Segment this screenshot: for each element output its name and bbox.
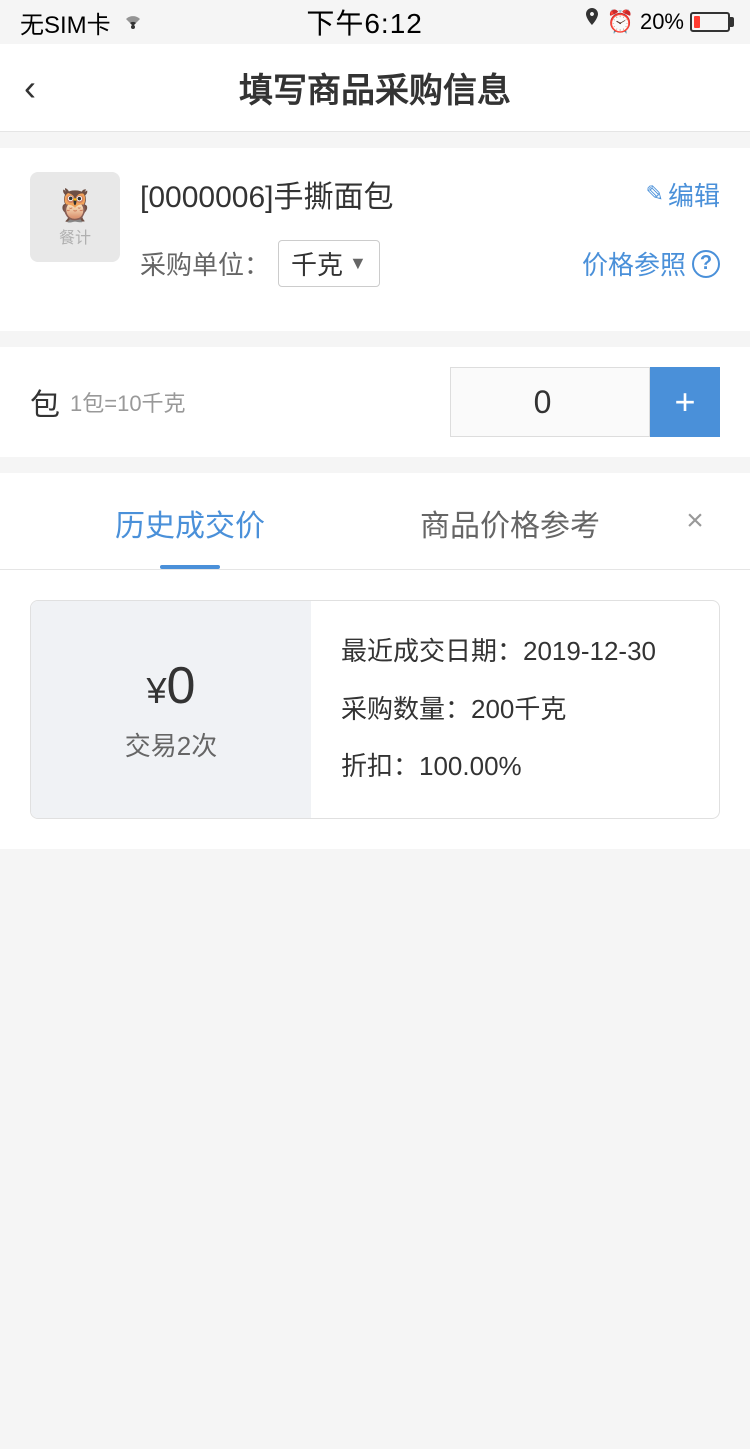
- product-header: 🦉 餐计 [0000006]手撕面包 ✎ 编辑 采购单位： 千克 ▼: [30, 172, 720, 287]
- back-button[interactable]: ‹: [24, 67, 36, 109]
- price-card-left: ¥0 交易2次: [31, 601, 311, 818]
- price-value: 0: [167, 657, 196, 715]
- quantity-input-area: +: [450, 367, 720, 437]
- product-card: 🦉 餐计 [0000006]手撕面包 ✎ 编辑 采购单位： 千克 ▼: [0, 148, 750, 331]
- price-detail-qty: 采购数量：200千克: [341, 689, 689, 731]
- location-icon: [583, 8, 601, 36]
- tab-history-price[interactable]: 历史成交价: [30, 473, 350, 569]
- edit-label: 编辑: [668, 176, 720, 213]
- tab-content-history-price: ¥0 交易2次 最近成交日期：2019-12-30 采购数量：200千克 折扣：…: [0, 570, 750, 849]
- price-ref-help-icon: ?: [692, 250, 720, 278]
- unit-label: 采购单位：: [140, 245, 270, 282]
- product-unit-row: 采购单位： 千克 ▼ 价格参照 ?: [140, 240, 720, 287]
- sim-signal: 无SIM卡: [20, 5, 111, 40]
- discount-label: 折扣：: [341, 751, 419, 781]
- price-detail-recent-date: 最近成交日期：2019-12-30: [341, 631, 689, 673]
- battery-percent: 20%: [640, 9, 684, 35]
- recent-date-label: 最近成交日期：: [341, 636, 523, 666]
- quantity-input[interactable]: [450, 367, 650, 437]
- price-amount: ¥0: [147, 656, 196, 716]
- quantity-label-area: 包 1包=10千克: [30, 380, 186, 424]
- price-ref-label: 价格参照: [582, 245, 686, 282]
- status-right: ⏰ 20%: [583, 8, 730, 36]
- unit-select-arrow-icon: ▼: [349, 253, 367, 274]
- tab-close-button[interactable]: ×: [670, 496, 720, 546]
- price-detail-discount: 折扣：100.00%: [341, 746, 689, 788]
- tabs-header: 历史成交价 商品价格参考 ×: [0, 473, 750, 570]
- logo-subtext: 餐计: [59, 224, 91, 248]
- page-title: 填写商品采购信息: [239, 63, 511, 112]
- quantity-conversion: 1包=10千克: [70, 386, 186, 418]
- product-info: [0000006]手撕面包 ✎ 编辑 采购单位： 千克 ▼ 价格参照 ?: [140, 172, 720, 287]
- status-bar: 无SIM卡 下午6:12 ⏰ 20%: [0, 0, 750, 44]
- edit-icon: ✎: [646, 181, 664, 207]
- product-logo: 🦉 餐计: [30, 172, 120, 262]
- alarm-icon: ⏰: [607, 9, 634, 35]
- price-trade-count: 交易2次: [125, 726, 217, 763]
- price-card-right: 最近成交日期：2019-12-30 采购数量：200千克 折扣：100.00%: [311, 601, 719, 818]
- status-time: 下午6:12: [306, 2, 423, 42]
- discount-value: 100.00%: [419, 751, 522, 781]
- unit-select[interactable]: 千克 ▼: [278, 240, 380, 287]
- nav-bar: ‹ 填写商品采购信息: [0, 44, 750, 132]
- tabs-section: 历史成交价 商品价格参考 × ¥0 交易2次 最近成交日期：2019-12-30…: [0, 473, 750, 849]
- unit-value: 千克: [291, 245, 343, 282]
- purchase-qty-label: 采购数量：: [341, 694, 471, 724]
- purchase-qty-value: 200千克: [471, 694, 566, 724]
- price-ref-button[interactable]: 价格参照 ?: [582, 245, 720, 282]
- product-name: [0000006]手撕面包: [140, 172, 393, 216]
- quantity-section: 包 1包=10千克 +: [0, 347, 750, 457]
- quantity-unit-tag: 包: [30, 380, 60, 424]
- logo-icon: 🦉: [55, 186, 95, 224]
- battery-icon: [690, 12, 730, 32]
- tab-product-price-ref[interactable]: 商品价格参考: [350, 473, 670, 569]
- page-footer: [0, 849, 750, 1449]
- quantity-plus-button[interactable]: +: [650, 367, 720, 437]
- price-currency: ¥: [147, 670, 167, 711]
- recent-date-value: 2019-12-30: [523, 636, 656, 666]
- status-left: 无SIM卡: [20, 5, 147, 40]
- edit-button[interactable]: ✎ 编辑: [646, 176, 720, 213]
- price-card: ¥0 交易2次 最近成交日期：2019-12-30 采购数量：200千克 折扣：…: [30, 600, 720, 819]
- wifi-icon: [119, 8, 147, 37]
- product-title-row: [0000006]手撕面包 ✎ 编辑: [140, 172, 720, 216]
